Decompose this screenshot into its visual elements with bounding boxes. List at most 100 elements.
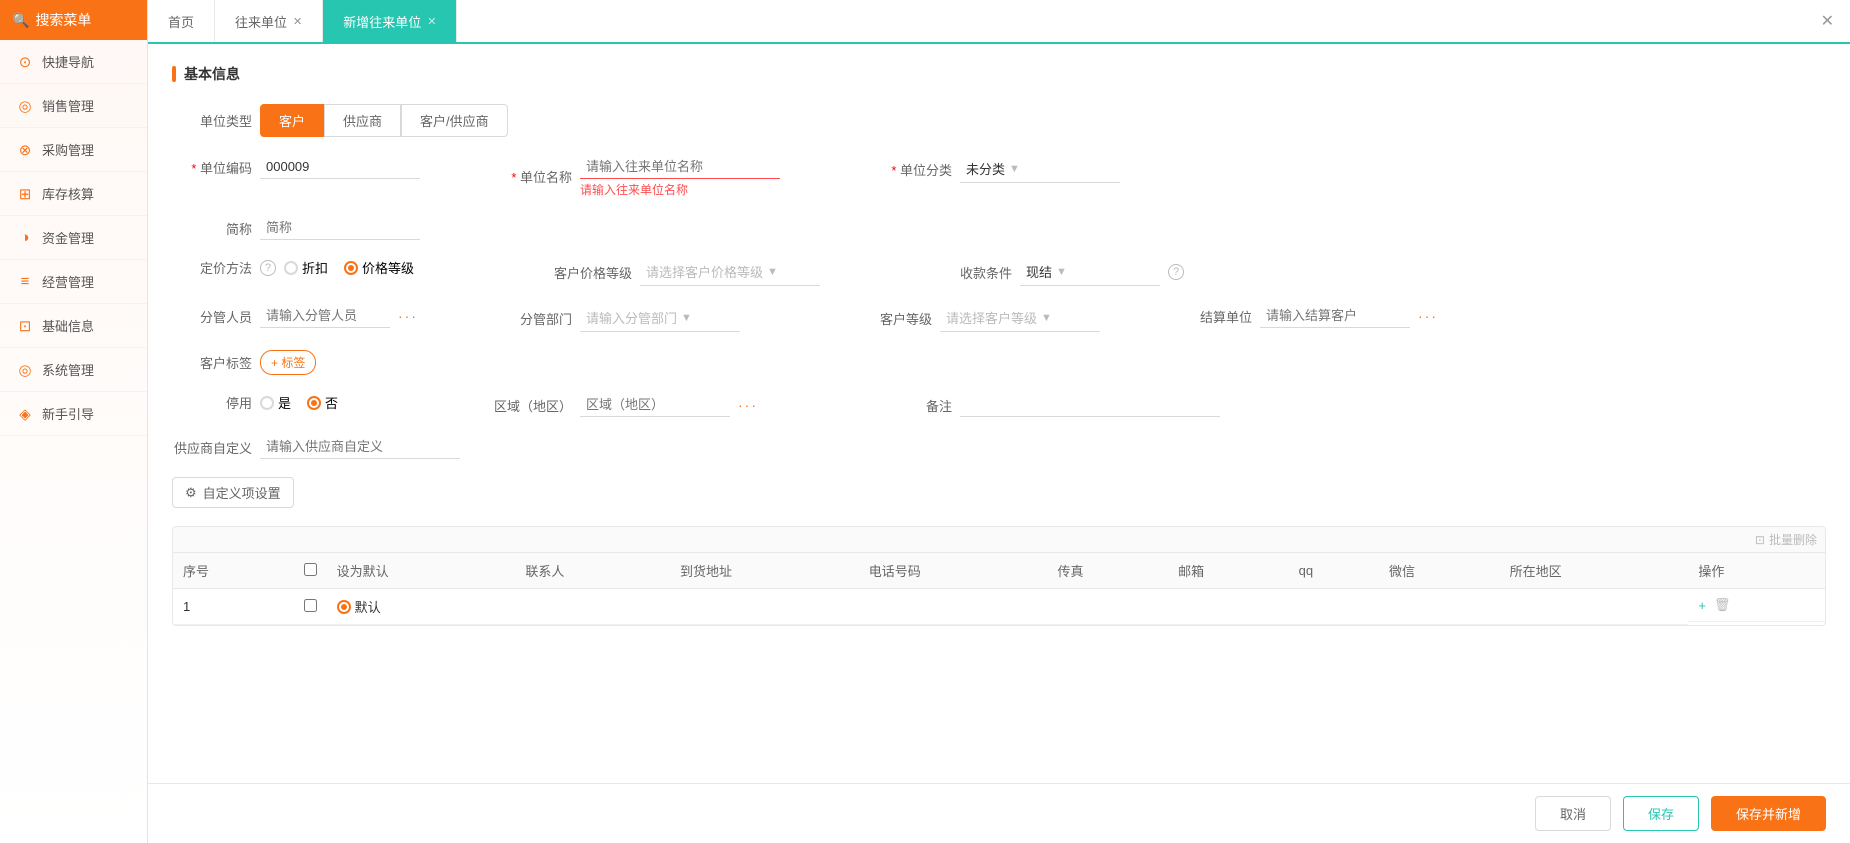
type-btn-supplier[interactable]: 供应商 <box>324 104 401 137</box>
pricing-field: 定价方法 ? 折扣 价格等级 <box>172 258 552 277</box>
save-btn[interactable]: 保存 <box>1623 796 1699 831</box>
window-close-btn[interactable]: ✕ <box>1805 0 1850 42</box>
col-seq: 序号 <box>173 553 294 589</box>
tab-home-label: 首页 <box>168 12 194 31</box>
select-all-checkbox[interactable] <box>304 563 317 576</box>
row-checkbox[interactable] <box>304 599 317 612</box>
basic-icon: ⊡ <box>16 317 34 335</box>
sidebar-label-basic: 基础信息 <box>42 316 94 335</box>
abbr-label: 简称 <box>172 219 252 238</box>
settlement-input[interactable] <box>1260 304 1410 328</box>
cell-phone <box>859 589 1048 625</box>
delete-row-btn[interactable]: 🗑 <box>1714 597 1731 613</box>
customer-price-level-select[interactable]: 请选择客户价格等级 ▼ <box>640 258 820 286</box>
disabled-radio-no[interactable]: 否 <box>307 393 338 412</box>
section-icon <box>172 66 176 82</box>
unit-category-label: 单位分类 <box>872 160 952 179</box>
manager-input[interactable] <box>260 304 390 328</box>
sidebar-item-quick-nav[interactable]: ⊙ 快捷导航 <box>0 40 147 84</box>
sidebar-item-inventory[interactable]: ⊞ 库存核算 <box>0 172 147 216</box>
col-region: 所在地区 <box>1500 553 1689 589</box>
unit-category-select[interactable]: 未分类 ▼ <box>960 155 1120 183</box>
abbr-input[interactable] <box>260 216 420 240</box>
main-area: 首页 往来单位 ✕ 新增往来单位 ✕ ✕ 基本信息 单位类型 客户 供应商 客户… <box>148 0 1850 843</box>
sidebar-item-purchase[interactable]: ⊗ 采购管理 <box>0 128 147 172</box>
sidebar-label-sales: 销售管理 <box>42 96 94 115</box>
sidebar-item-guide[interactable]: ◈ 新手引导 <box>0 392 147 436</box>
tab-new-partner[interactable]: 新增往来单位 ✕ <box>323 0 457 42</box>
unit-type-row: 单位类型 客户 供应商 客户/供应商 <box>172 104 1826 137</box>
pricing-radio-level[interactable]: 价格等级 <box>344 258 414 277</box>
payment-terms-select[interactable]: 现结 ▼ <box>1020 258 1160 286</box>
col-ops: 操作 <box>1688 553 1825 589</box>
unit-category-chevron: ▼ <box>1009 163 1020 175</box>
sidebar-search[interactable]: 🔍 搜索菜单 <box>0 0 147 40</box>
batch-delete-icon: ⊡ <box>1755 533 1765 547</box>
sidebar-item-finance[interactable]: ◑ 资金管理 <box>0 216 147 260</box>
sidebar-item-basic[interactable]: ⊡ 基础信息 <box>0 304 147 348</box>
pricing-radio-level-label: 价格等级 <box>362 258 414 277</box>
sidebar-item-system[interactable]: ◎ 系统管理 <box>0 348 147 392</box>
payment-terms-value: 现结 <box>1026 262 1052 281</box>
manager-dots-btn[interactable]: ··· <box>398 308 418 324</box>
gear-icon: ⚙ <box>185 485 197 501</box>
section-header: 基本信息 <box>172 64 1826 84</box>
disabled-radio-yes[interactable]: 是 <box>260 393 291 412</box>
col-qq: qq <box>1289 553 1379 589</box>
save-new-btn[interactable]: 保存并新增 <box>1711 796 1826 831</box>
cancel-btn[interactable]: 取消 <box>1535 796 1611 831</box>
supplier-custom-input[interactable] <box>260 435 460 459</box>
default-radio[interactable]: 默认 <box>337 597 506 616</box>
customer-level-select[interactable]: 请选择客户等级 ▼ <box>940 304 1100 332</box>
col-contact: 联系人 <box>515 553 670 589</box>
sidebar-item-operations[interactable]: ≡ 经营管理 <box>0 260 147 304</box>
type-btn-customer[interactable]: 客户 <box>260 104 324 137</box>
unit-code-input[interactable] <box>260 155 420 179</box>
tab-home[interactable]: 首页 <box>148 0 215 42</box>
customer-price-level-chevron: ▼ <box>767 266 778 278</box>
unit-type-label: 单位类型 <box>172 111 252 130</box>
unit-name-input[interactable] <box>580 155 780 179</box>
batch-delete-btn[interactable]: ⊡ 批量删除 <box>1755 531 1817 548</box>
tab-new-partner-close[interactable]: ✕ <box>427 15 436 28</box>
tab-partner-list-close[interactable]: ✕ <box>293 15 302 28</box>
pricing-radio-discount[interactable]: 折扣 <box>284 258 328 277</box>
cell-region <box>1500 589 1689 625</box>
cell-ops[interactable]: + 🗑 <box>1688 589 1825 622</box>
cell-checkbox[interactable] <box>294 589 327 625</box>
disabled-no-label: 否 <box>325 393 338 412</box>
sidebar-label-inventory: 库存核算 <box>42 184 94 203</box>
unit-name-wrap: 请输入往来单位名称 <box>580 155 780 198</box>
quick-nav-icon: ⊙ <box>16 53 34 71</box>
supplier-custom-field: 供应商自定义 <box>172 435 1826 459</box>
customer-price-level-label: 客户价格等级 <box>552 263 632 282</box>
pricing-help-icon[interactable]: ? <box>260 260 276 276</box>
pricing-radio-group: 折扣 价格等级 <box>284 258 414 277</box>
remark-input[interactable] <box>960 393 1220 417</box>
region-dots-btn[interactable]: ··· <box>738 397 758 413</box>
department-select[interactable]: 请输入分管部门 ▼ <box>580 304 740 332</box>
payment-terms-help-icon[interactable]: ? <box>1168 264 1184 280</box>
table-head-row: 序号 设为默认 联系人 到货地址 电话号码 传真 邮箱 qq 微信 所在地区 操… <box>173 553 1825 589</box>
payment-terms-label: 收款条件 <box>932 263 1012 282</box>
unit-type-btn-group: 客户 供应商 客户/供应商 <box>260 104 508 137</box>
region-input[interactable] <box>580 393 730 417</box>
custom-settings-btn[interactable]: ⚙ 自定义项设置 <box>172 477 294 508</box>
tab-partner-list[interactable]: 往来单位 ✕ <box>215 0 323 42</box>
unit-name-error: 请输入往来单位名称 <box>580 181 780 198</box>
sidebar-item-sales[interactable]: ◎ 销售管理 <box>0 84 147 128</box>
department-label: 分管部门 <box>492 309 572 328</box>
cell-default[interactable]: 默认 <box>327 589 516 625</box>
unit-category-value: 未分类 <box>966 159 1005 178</box>
customer-level-chevron: ▼ <box>1041 312 1052 324</box>
sales-icon: ◎ <box>16 97 34 115</box>
disabled-radio-group: 是 否 <box>260 393 338 412</box>
operations-icon: ≡ <box>16 273 34 291</box>
cell-seq: 1 <box>173 589 294 625</box>
col-wechat: 微信 <box>1379 553 1500 589</box>
add-row-btn[interactable]: + <box>1698 598 1706 613</box>
batch-delete-label: 批量删除 <box>1769 531 1817 548</box>
settlement-dots-btn[interactable]: ··· <box>1418 308 1438 324</box>
type-btn-both[interactable]: 客户/供应商 <box>401 104 508 137</box>
add-tag-btn[interactable]: + 标签 <box>260 350 316 375</box>
